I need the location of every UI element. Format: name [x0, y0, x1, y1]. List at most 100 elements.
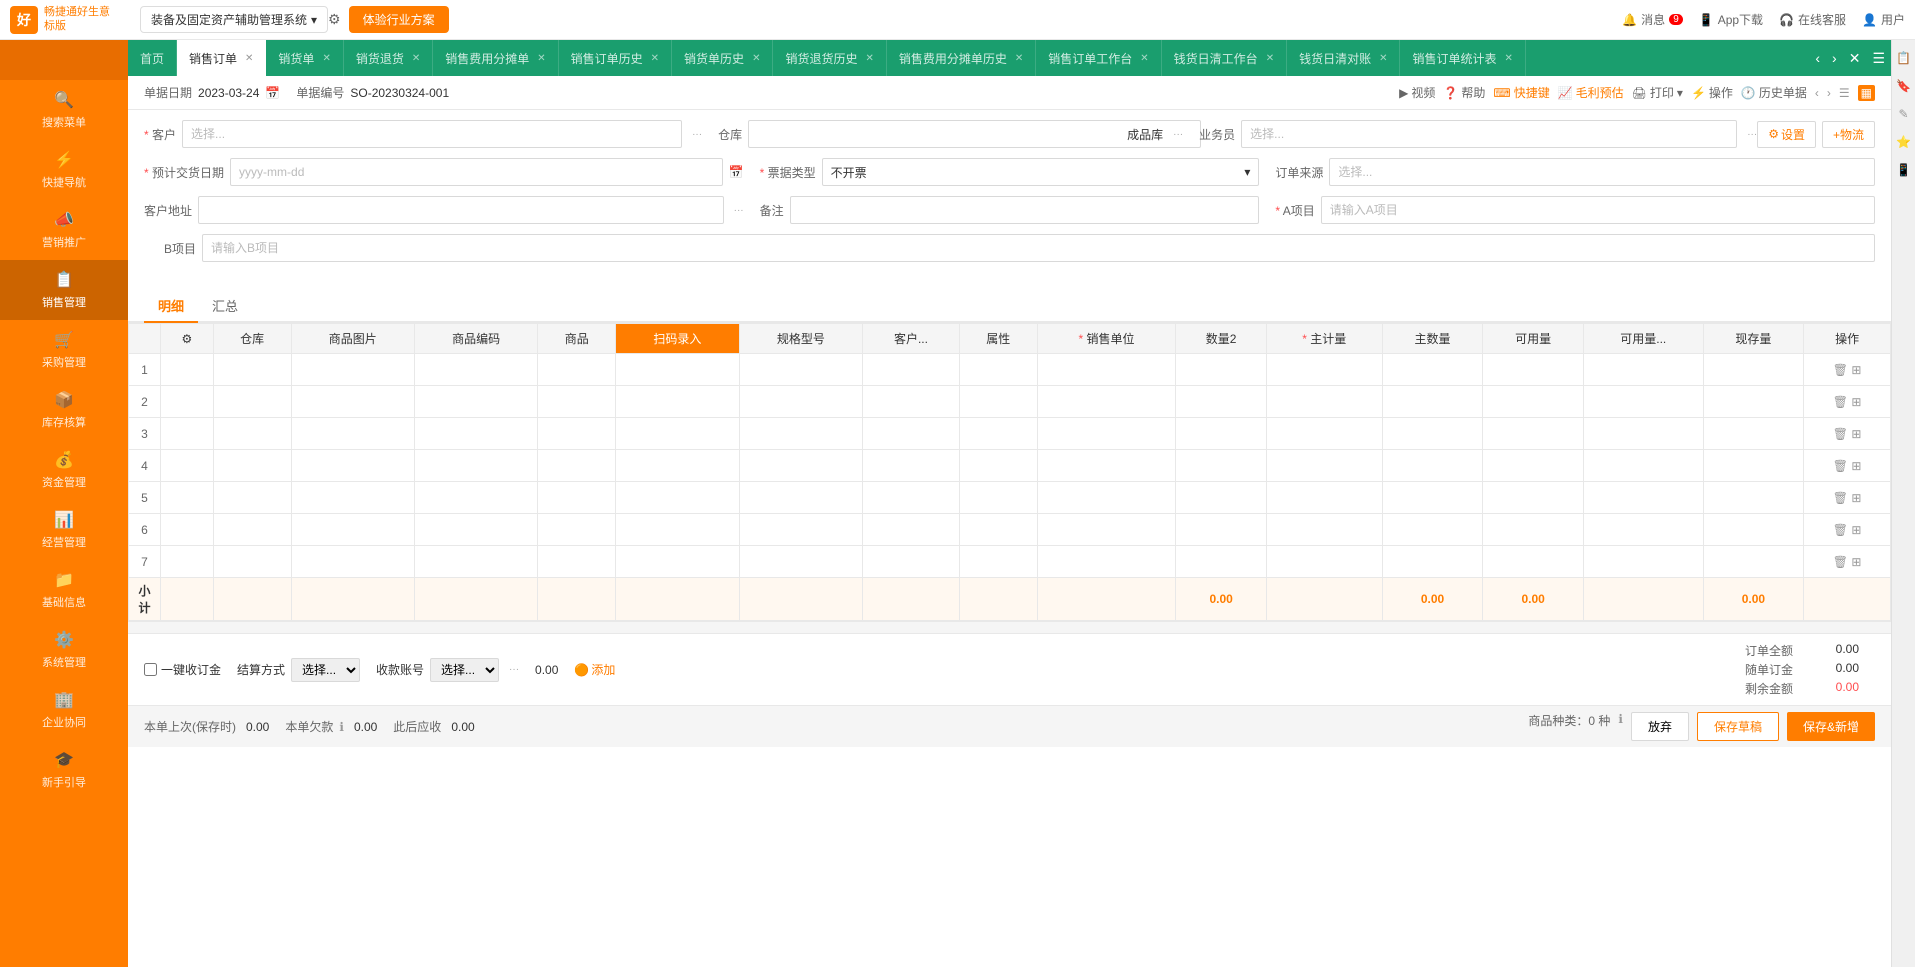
cell-mainUnit-4[interactable]: [1266, 482, 1382, 514]
col-header-settings[interactable]: ⚙: [161, 324, 214, 354]
cell-warehouse-2[interactable]: [213, 418, 291, 450]
online-service-button[interactable]: 🎧 在线客服: [1779, 11, 1846, 28]
cell-available2-6[interactable]: [1583, 546, 1703, 578]
settings-button[interactable]: ⚙ 设置: [1757, 121, 1816, 148]
cell-mainUnit-1[interactable]: [1266, 386, 1382, 418]
add-logistics-button[interactable]: +物流: [1822, 121, 1875, 148]
cell-qty2-0[interactable]: [1176, 354, 1267, 386]
sidebar-item-sales[interactable]: 📋销售管理: [0, 260, 128, 320]
delete-icon-3[interactable]: 🗑: [1833, 459, 1848, 473]
date-value[interactable]: 2023-03-24: [198, 86, 259, 100]
cell-actions-1[interactable]: 🗑 ⊞: [1804, 386, 1891, 418]
cell-spec-4[interactable]: [739, 482, 862, 514]
cell-customer-5[interactable]: [863, 514, 960, 546]
tab-5[interactable]: 销售订单历史✕: [559, 40, 672, 76]
app-download-button[interactable]: 📱 App下载: [1699, 11, 1763, 28]
cell-actions-2[interactable]: 🗑 ⊞: [1804, 418, 1891, 450]
tab-2[interactable]: 销货单✕: [266, 40, 343, 76]
tab-menu-button[interactable]: ☰: [1866, 50, 1891, 67]
cell-product-6[interactable]: [538, 546, 616, 578]
cell-scan-3[interactable]: [616, 450, 739, 482]
cell-warehouse-6[interactable]: [213, 546, 291, 578]
cell-product-2[interactable]: [538, 418, 616, 450]
cell-customer-1[interactable]: [863, 386, 960, 418]
cell-code-6[interactable]: [414, 546, 537, 578]
sidebar-item-operation[interactable]: 📊经营管理: [0, 500, 128, 560]
cell-mainUnit-5[interactable]: [1266, 514, 1382, 546]
scroll-bar[interactable]: [128, 621, 1891, 633]
cell-scan-2[interactable]: [616, 418, 739, 450]
col-header-scan[interactable]: 扫码录入: [616, 324, 739, 354]
cell-actions-0[interactable]: 🗑 ⊞: [1804, 354, 1891, 386]
tab-0[interactable]: 首页: [128, 40, 177, 76]
save-new-button[interactable]: 保存&新增: [1787, 712, 1875, 741]
cell-unit-2[interactable]: [1037, 418, 1176, 450]
cell-settings-2[interactable]: [161, 418, 214, 450]
sidebar-item-marketing[interactable]: 📣营销推广: [0, 200, 128, 260]
cell-stock-0[interactable]: [1703, 354, 1804, 386]
tab-9[interactable]: 销售订单工作台✕: [1036, 40, 1161, 76]
history-button[interactable]: 🕐 历史单据: [1741, 84, 1807, 101]
tab-8[interactable]: 销售费用分摊单历史✕: [887, 40, 1036, 76]
cell-unit-4[interactable]: [1037, 482, 1176, 514]
delete-icon-6[interactable]: 🗑: [1833, 555, 1848, 569]
cell-warehouse-5[interactable]: [213, 514, 291, 546]
one-click-check-input[interactable]: [144, 663, 157, 676]
delete-icon-2[interactable]: 🗑: [1833, 427, 1848, 441]
note-input[interactable]: [790, 196, 1260, 224]
cell-attr-4[interactable]: [959, 482, 1037, 514]
customer-input[interactable]: [182, 120, 682, 148]
cell-attr-2[interactable]: [959, 418, 1037, 450]
cell-available2-1[interactable]: [1583, 386, 1703, 418]
cell-settings-1[interactable]: [161, 386, 214, 418]
cell-code-5[interactable]: [414, 514, 537, 546]
tab-close-6[interactable]: ✕: [752, 53, 760, 64]
tab-next-button[interactable]: ›: [1826, 50, 1843, 66]
cell-mainUnit-0[interactable]: [1266, 354, 1382, 386]
cell-available-0[interactable]: [1483, 354, 1584, 386]
cell-warehouse-1[interactable]: [213, 386, 291, 418]
cell-attr-0[interactable]: [959, 354, 1037, 386]
cell-mainQty-5[interactable]: [1382, 514, 1483, 546]
cell-settings-5[interactable]: [161, 514, 214, 546]
notice-button[interactable]: 🔔 消息 9: [1622, 11, 1683, 28]
cell-code-2[interactable]: [414, 418, 537, 450]
cell-mainQty-1[interactable]: [1382, 386, 1483, 418]
copy-icon-5[interactable]: ⊞: [1851, 523, 1861, 537]
cell-available2-4[interactable]: [1583, 482, 1703, 514]
cell-code-4[interactable]: [414, 482, 537, 514]
calendar-icon[interactable]: 📅: [265, 86, 280, 100]
cell-available2-0[interactable]: [1583, 354, 1703, 386]
delivery-date-input[interactable]: [230, 158, 723, 186]
cell-mainQty-4[interactable]: [1382, 482, 1483, 514]
cell-unit-5[interactable]: [1037, 514, 1176, 546]
sidebar-item-guide[interactable]: 🎓新手引导: [0, 740, 128, 800]
right-icon-5[interactable]: 📱: [1894, 160, 1914, 180]
settlement-select[interactable]: 选择...: [291, 658, 360, 682]
copy-icon-0[interactable]: ⊞: [1851, 363, 1861, 377]
sidebar-item-finance[interactable]: 💰资金管理: [0, 440, 128, 500]
cell-warehouse-4[interactable]: [213, 482, 291, 514]
cell-warehouse-3[interactable]: [213, 450, 291, 482]
copy-icon-2[interactable]: ⊞: [1851, 427, 1861, 441]
cell-available-4[interactable]: [1483, 482, 1584, 514]
cell-stock-4[interactable]: [1703, 482, 1804, 514]
order-source-input[interactable]: [1329, 158, 1875, 186]
cell-product-5[interactable]: [538, 514, 616, 546]
tab-close-1[interactable]: ✕: [245, 53, 253, 64]
cell-stock-1[interactable]: [1703, 386, 1804, 418]
cell-image-2[interactable]: [291, 418, 414, 450]
nav-prev-icon[interactable]: ‹: [1815, 86, 1819, 100]
cell-unit-3[interactable]: [1037, 450, 1176, 482]
detail-tab-0[interactable]: 明细: [144, 290, 198, 323]
add-button[interactable]: 🟠 添加: [574, 661, 615, 678]
tab-close-8[interactable]: ✕: [1015, 53, 1023, 64]
cell-mainQty-2[interactable]: [1382, 418, 1483, 450]
cell-scan-6[interactable]: [616, 546, 739, 578]
tab-6[interactable]: 销货单历史✕: [672, 40, 773, 76]
customer-more-icon[interactable]: ···: [692, 129, 702, 140]
copy-icon-1[interactable]: ⊞: [1851, 395, 1861, 409]
cell-available-2[interactable]: [1483, 418, 1584, 450]
tab-close-12[interactable]: ✕: [1505, 53, 1513, 64]
cell-qty2-6[interactable]: [1176, 546, 1267, 578]
